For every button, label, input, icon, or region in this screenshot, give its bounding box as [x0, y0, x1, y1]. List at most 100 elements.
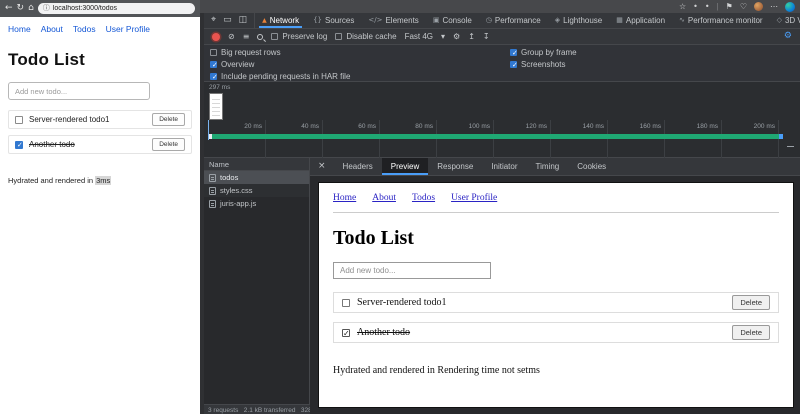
devtools-tabbar: ⌖ ▭ ◫ ▲ Network {} Sources </> Elements … [204, 13, 800, 29]
overview-waterfall-bar[interactable] [209, 134, 783, 139]
tab-lighthouse[interactable]: ◈ Lighthouse [548, 13, 610, 28]
har-pending-toggle[interactable]: Include pending requests in HAR file [210, 72, 350, 81]
filter-icon[interactable]: ≡ [243, 32, 250, 41]
close-detail-icon[interactable]: × [310, 158, 334, 175]
tab-initiator[interactable]: Initiator [482, 158, 526, 175]
nav-link-user-profile[interactable]: User Profile [106, 24, 150, 34]
ruler-tick: 80 ms [415, 123, 433, 130]
page-content: Home About Todos User Profile Todo List … [0, 17, 200, 185]
tab-performance-monitor[interactable]: ∿ Performance monitor [672, 13, 770, 28]
preview-new-todo-input[interactable] [333, 262, 491, 279]
todo-checkbox[interactable] [15, 115, 23, 124]
preview-delete-button[interactable]: Delete [732, 295, 770, 310]
refresh-icon[interactable]: ↻ [17, 4, 25, 13]
preview-nav-todos[interactable]: Todos [412, 193, 435, 203]
dock-side-icon[interactable]: ◫ [239, 16, 248, 25]
big-request-rows-checkbox[interactable] [210, 49, 217, 56]
disable-cache-checkbox[interactable] [335, 33, 343, 40]
device-toolbar-icon[interactable]: ▭ [223, 16, 232, 25]
big-request-rows-toggle[interactable]: Big request rows [210, 48, 281, 57]
preview-todo-label: Server-rendered todo1 [357, 297, 447, 308]
tab-performance[interactable]: ◷ Performance [479, 13, 548, 28]
tab-label: Elements [385, 16, 419, 25]
record-button[interactable] [212, 32, 220, 41]
throttling-dropdown-icon[interactable]: ▾ [441, 32, 445, 41]
request-row-styles[interactable]: styles.css [204, 184, 309, 197]
preserve-log-toggle[interactable]: Preserve log [271, 32, 327, 41]
tab-headers[interactable]: Headers [334, 158, 382, 175]
preview-todo-checkbox[interactable] [342, 328, 350, 338]
request-row-todos[interactable]: todos [204, 171, 309, 184]
tab-3d-view[interactable]: ◇ 3D View [770, 13, 800, 28]
tab-preview[interactable]: Preview [381, 158, 429, 175]
export-har-icon[interactable]: ↧ [483, 32, 490, 41]
hydration-text: Hydrated and rendered in [8, 176, 96, 185]
network-overview: 297 ms 20 ms 40 ms 60 ms 80 ms 100 ms 12… [204, 82, 800, 158]
nav-link-about[interactable]: About [41, 24, 63, 34]
import-har-icon[interactable]: ↥ [468, 32, 475, 41]
disable-cache-toggle[interactable]: Disable cache [335, 32, 397, 41]
nav-link-home[interactable]: Home [8, 24, 31, 34]
url-text: localhost:3000/todos [52, 5, 118, 12]
tab-application[interactable]: ▦ Application [609, 13, 672, 28]
ruler-cell: 80 ms [380, 120, 437, 158]
throttling-select[interactable]: Fast 4G [405, 32, 433, 41]
clear-network-icon[interactable]: ⊘ [228, 32, 235, 41]
site-info-icon[interactable]: ⓘ [43, 5, 50, 12]
request-row-script[interactable]: juris-app.js [204, 197, 309, 210]
elements-icon: </> [368, 16, 383, 24]
tab-label: Performance monitor [687, 16, 763, 25]
screenshots-toggle[interactable]: Screenshots [510, 60, 565, 69]
preserve-log-label: Preserve log [282, 32, 328, 41]
preview-todo-checkbox[interactable] [342, 298, 350, 307]
3d-view-icon: ◇ [776, 16, 782, 24]
delete-button[interactable]: Delete [152, 138, 185, 151]
back-icon[interactable]: ← [5, 4, 13, 13]
search-icon[interactable] [257, 33, 264, 40]
preview-delete-button[interactable]: Delete [732, 325, 770, 340]
preview-todo-row: Server-rendered todo1 Delete [333, 292, 779, 313]
tab-cookies[interactable]: Cookies [568, 158, 615, 175]
overview-checkbox[interactable] [210, 61, 218, 69]
ruler-cell: 20 ms [209, 120, 266, 158]
tab-label: Network [269, 16, 300, 25]
request-name: todos [220, 173, 239, 182]
preview-nav-home[interactable]: Home [333, 193, 356, 203]
ruler-tick: 20 ms [244, 123, 262, 130]
group-by-frame-toggle[interactable]: Group by frame [510, 48, 577, 57]
preview-divider [333, 212, 779, 213]
waterfall-end-cap [779, 134, 783, 139]
preview-nav-user-profile[interactable]: User Profile [451, 193, 497, 203]
ruler-tick: 180 ms [696, 123, 718, 130]
home-icon[interactable]: ⌂ [28, 4, 34, 13]
tab-elements[interactable]: </> Elements [361, 13, 425, 28]
new-todo-input[interactable] [8, 82, 150, 100]
requests-column-header[interactable]: Name [204, 158, 309, 171]
browser-toolbar: ← ↻ ⌂ ⓘ localhost:3000/todos [0, 0, 200, 17]
devtools-tool-icons: ⌖ ▭ ◫ [204, 13, 256, 28]
network-settings-gear-icon[interactable]: ⚙ [784, 32, 792, 41]
preview-nav-about[interactable]: About [372, 193, 396, 203]
tab-timing[interactable]: Timing [527, 158, 569, 175]
screenshots-checkbox[interactable] [510, 61, 518, 69]
nav-link-todos[interactable]: Todos [73, 24, 96, 34]
preserve-log-checkbox[interactable] [271, 33, 279, 40]
hydration-time: 3ms [95, 176, 112, 185]
tab-console[interactable]: ▣ Console [426, 13, 479, 28]
filmstrip-screenshot[interactable] [209, 93, 223, 120]
address-bar[interactable]: ⓘ localhost:3000/todos [37, 3, 195, 14]
group-by-frame-checkbox[interactable] [510, 49, 518, 57]
preview-todo-label: Another todo [357, 327, 411, 338]
tab-network[interactable]: ▲ Network [255, 13, 306, 28]
network-conditions-icon[interactable]: ⚙ [453, 32, 460, 41]
request-name: juris-app.js [220, 199, 257, 208]
tab-response[interactable]: Response [428, 158, 482, 175]
detail-tabbar: × Headers Preview Response Initiator Tim… [310, 158, 800, 176]
inspect-element-icon[interactable]: ⌖ [211, 16, 216, 25]
todo-checkbox[interactable] [15, 140, 23, 149]
har-pending-checkbox[interactable] [210, 73, 218, 81]
delete-button[interactable]: Delete [152, 113, 185, 126]
script-icon [209, 199, 216, 208]
overview-toggle[interactable]: Overview [210, 60, 254, 69]
tab-sources[interactable]: {} Sources [306, 13, 361, 28]
